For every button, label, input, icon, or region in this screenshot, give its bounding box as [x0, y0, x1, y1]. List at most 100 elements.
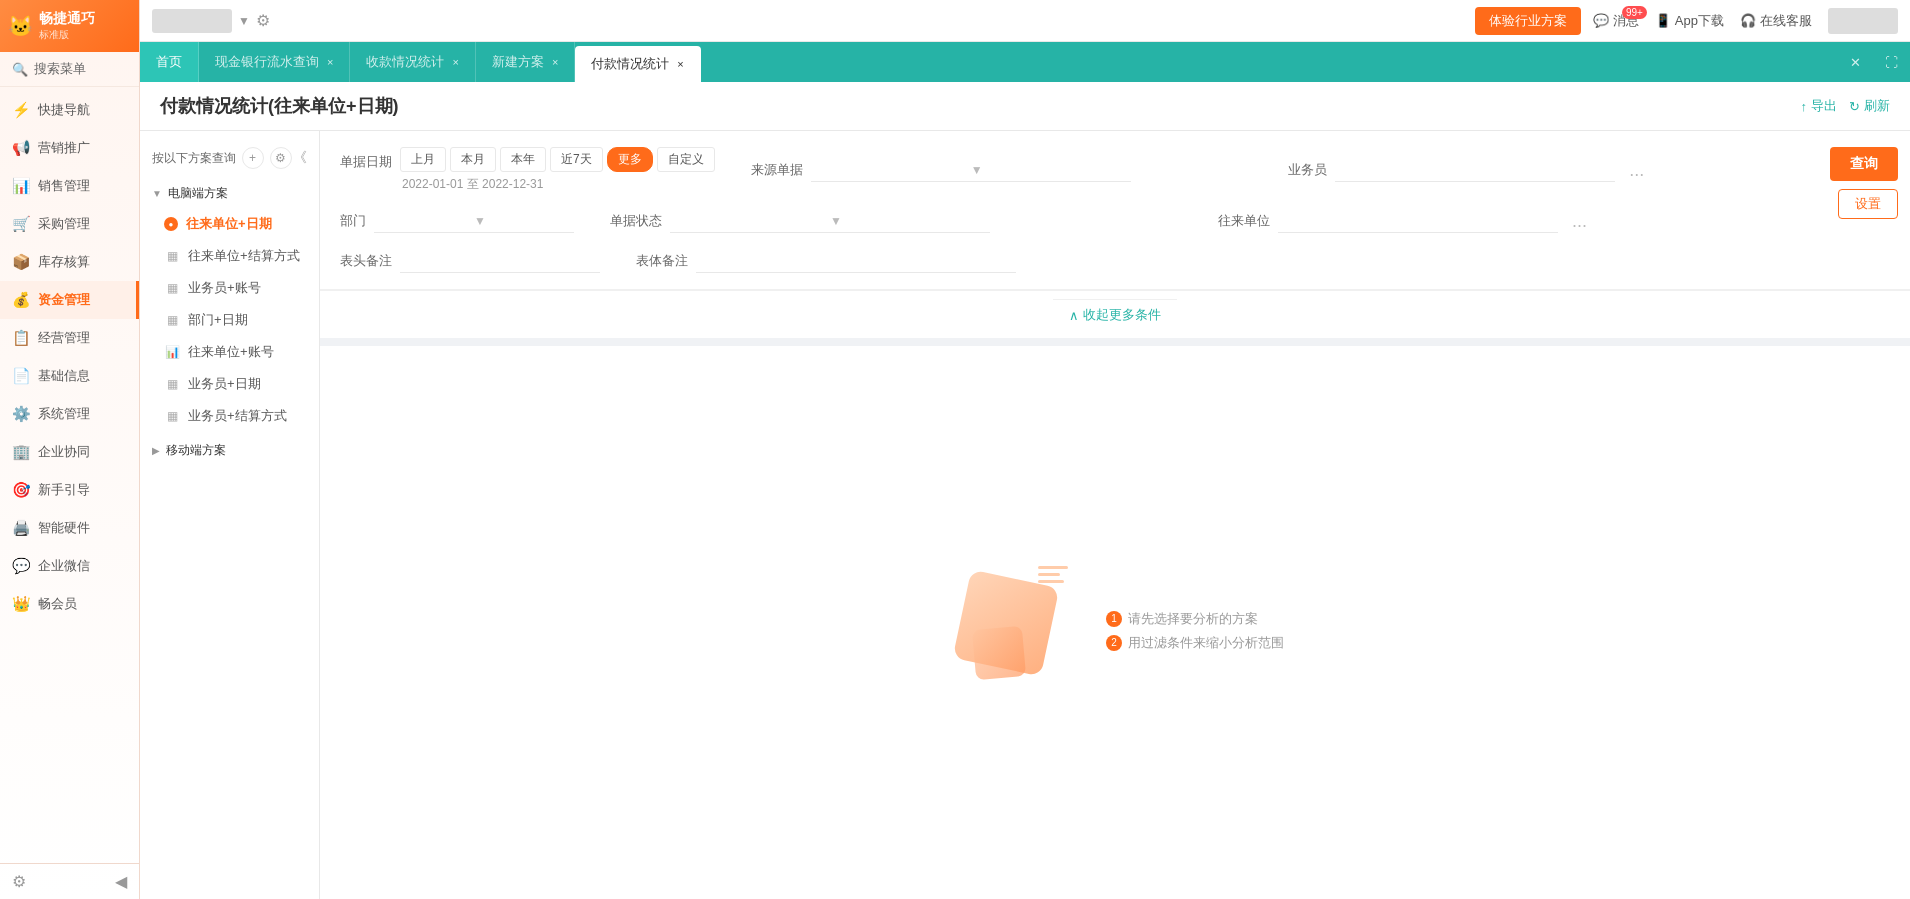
- sidebar-item-inventory[interactable]: 📦 库存核算: [0, 243, 139, 281]
- sidebar-item-label: 采购管理: [38, 215, 90, 233]
- app-download-btn[interactable]: 📱 App下载: [1655, 12, 1724, 30]
- sidebar-item-member[interactable]: 👑 畅会员: [0, 585, 139, 623]
- scheme-item-staff-settle[interactable]: ▦ 业务员+结算方式: [140, 400, 319, 432]
- scheme-item-staff-account[interactable]: ▦ 业务员+账号: [140, 272, 319, 304]
- staff-dots[interactable]: ...: [1629, 161, 1644, 179]
- tab-receipt-stat-close[interactable]: ×: [452, 56, 458, 68]
- source-filter-label: 来源单据: [751, 161, 803, 179]
- empty-step-1: 1 请先选择要分析的方案: [1106, 610, 1284, 628]
- sidebar-item-enterprise[interactable]: 🏢 企业协同: [0, 433, 139, 471]
- empty-area: 1 请先选择要分析的方案 2 用过滤条件来缩小分析范围: [320, 346, 1910, 899]
- scheme-add-btn[interactable]: +: [242, 147, 264, 169]
- scheme-mobile-group-title[interactable]: ▶ 移动端方案: [140, 436, 319, 465]
- sidebar-item-label: 企业协同: [38, 443, 90, 461]
- scheme-pc-group-title[interactable]: ▼ 电脑端方案: [140, 179, 319, 208]
- step2-num: 2: [1106, 635, 1122, 651]
- scheme-panel: 按以下方案查询 + ⚙ 《 ▼ 电脑端方案: [140, 131, 320, 899]
- date-btn-last-month[interactable]: 上月: [400, 147, 446, 172]
- sidebar-item-purchase[interactable]: 🛒 采购管理: [0, 205, 139, 243]
- header-note-label: 表头备注: [340, 252, 392, 270]
- date-btn-more[interactable]: 更多: [607, 147, 653, 172]
- collapse-btn[interactable]: ∧ 收起更多条件: [1053, 299, 1177, 330]
- filter-row-3: 表头备注 表体备注: [340, 249, 1790, 273]
- sidebar-item-label: 经营管理: [38, 329, 90, 347]
- query-btn[interactable]: 查询: [1830, 147, 1898, 181]
- tab-receipt-stat-label: 收款情况统计: [366, 53, 444, 71]
- sidebar-settings-btn[interactable]: ⚙: [12, 872, 26, 891]
- online-service-btn[interactable]: 🎧 在线客服: [1740, 12, 1812, 30]
- scheme-item-unit-date[interactable]: ● 往来单位+日期: [140, 208, 319, 240]
- scheme-item-unit-account[interactable]: 📊 往来单位+账号: [140, 336, 319, 368]
- sidebar-item-sales[interactable]: 📊 销售管理: [0, 167, 139, 205]
- logo-icon: 🐱: [8, 14, 33, 38]
- tab-new-scheme[interactable]: 新建方案 ×: [476, 42, 575, 82]
- refresh-btn[interactable]: ↻ 刷新: [1849, 97, 1890, 115]
- sidebar-item-system[interactable]: ⚙️ 系统管理: [0, 395, 139, 433]
- sidebar-item-marketing[interactable]: 📢 营销推广: [0, 129, 139, 167]
- inventory-icon: 📦: [12, 253, 30, 271]
- partner-dots[interactable]: ...: [1572, 212, 1587, 230]
- operation-icon: 📋: [12, 329, 30, 347]
- scheme-panel-header: 按以下方案查询 + ⚙ 《: [140, 141, 319, 175]
- scheme-item-staff-date[interactable]: ▦ 业务员+日期: [140, 368, 319, 400]
- sidebar-search[interactable]: 🔍 搜索菜单: [0, 52, 139, 87]
- sidebar-item-label: 智能硬件: [38, 519, 90, 537]
- doc-status-select[interactable]: ▼: [670, 210, 990, 233]
- source-select[interactable]: ▼: [811, 159, 1131, 182]
- mobile-group-label: 移动端方案: [166, 442, 226, 459]
- finance-icon: 💰: [12, 291, 30, 309]
- basic-icon: 📄: [12, 367, 30, 385]
- sidebar-item-finance[interactable]: 💰 资金管理: [0, 281, 139, 319]
- dept-select[interactable]: ▼: [374, 210, 574, 233]
- partner-filter-label: 往来单位: [1218, 212, 1270, 230]
- filter-main: 单据日期 上月 本月 本年 近7天 更多 自定义: [320, 131, 1810, 289]
- export-btn[interactable]: ↑ 导出: [1801, 97, 1838, 115]
- scheme-settings-btn[interactable]: ⚙: [270, 147, 292, 169]
- step2-text: 用过滤条件来缩小分析范围: [1128, 634, 1284, 652]
- scheme-collapse-btn[interactable]: 《: [293, 149, 307, 167]
- sidebar-item-operation[interactable]: 📋 经营管理: [0, 319, 139, 357]
- filter-settings-btn[interactable]: 设置: [1838, 189, 1898, 219]
- sidebar-item-guide[interactable]: 🎯 新手引导: [0, 471, 139, 509]
- tab-new-scheme-close[interactable]: ×: [552, 56, 558, 68]
- tab-payment-stat[interactable]: 付款情况统计 ×: [575, 46, 700, 82]
- tab-payment-stat-close[interactable]: ×: [677, 58, 683, 70]
- topbar-settings-icon[interactable]: ⚙: [256, 11, 270, 30]
- partner-input[interactable]: [1278, 209, 1558, 233]
- quick-nav-icon: ⚡: [12, 101, 30, 119]
- message-badge: 99+: [1622, 6, 1647, 19]
- filter-actions: 查询 设置: [1810, 131, 1910, 289]
- tab-home[interactable]: 首页: [140, 42, 199, 82]
- header-note-input[interactable]: [400, 249, 600, 273]
- tabbar-expand-btn[interactable]: ⛶: [1873, 42, 1910, 82]
- scheme-item-dept-date[interactable]: ▦ 部门+日期: [140, 304, 319, 336]
- date-btn-last-7[interactable]: 近7天: [550, 147, 603, 172]
- user-info-btn[interactable]: [1828, 8, 1898, 34]
- tab-bank-flow[interactable]: 现金银行流水查询 ×: [199, 42, 350, 82]
- scheme-item-label: 往来单位+结算方式: [188, 247, 300, 265]
- trial-btn[interactable]: 体验行业方案: [1475, 7, 1581, 35]
- tabbar-close-btn[interactable]: ✕: [1838, 42, 1873, 82]
- scheme-item-unit-settle[interactable]: ▦ 往来单位+结算方式: [140, 240, 319, 272]
- sidebar-item-quick-nav[interactable]: ⚡ 快捷导航: [0, 91, 139, 129]
- staff-account-icon: ▦: [164, 280, 180, 296]
- pc-group-arrow: ▼: [152, 188, 162, 199]
- sidebar-collapse-btn[interactable]: ◀: [115, 872, 127, 891]
- sidebar-item-basic[interactable]: 📄 基础信息: [0, 357, 139, 395]
- tab-receipt-stat[interactable]: 收款情况统计 ×: [350, 42, 475, 82]
- date-range-display: 2022-01-01 至 2022-12-31: [400, 176, 715, 193]
- tab-payment-stat-label: 付款情况统计: [591, 55, 669, 73]
- sidebar-item-wechat[interactable]: 💬 企业微信: [0, 547, 139, 585]
- date-btn-this-year[interactable]: 本年: [500, 147, 546, 172]
- sidebar-item-hardware[interactable]: 🖨️ 智能硬件: [0, 509, 139, 547]
- topbar: ▼ ⚙ 体验行业方案 💬 消息 99+ 📱 App下载 🎧 在线客服: [140, 0, 1910, 42]
- message-btn[interactable]: 💬 消息 99+: [1593, 12, 1639, 30]
- date-btn-custom[interactable]: 自定义: [657, 147, 715, 172]
- topbar-dropdown-arrow[interactable]: ▼: [238, 14, 250, 28]
- tabbar-spacer: [701, 42, 1838, 82]
- refresh-label: 刷新: [1864, 97, 1890, 115]
- body-note-input[interactable]: [696, 249, 1016, 273]
- tab-bank-flow-close[interactable]: ×: [327, 56, 333, 68]
- date-btn-this-month[interactable]: 本月: [450, 147, 496, 172]
- staff-input[interactable]: [1335, 158, 1615, 182]
